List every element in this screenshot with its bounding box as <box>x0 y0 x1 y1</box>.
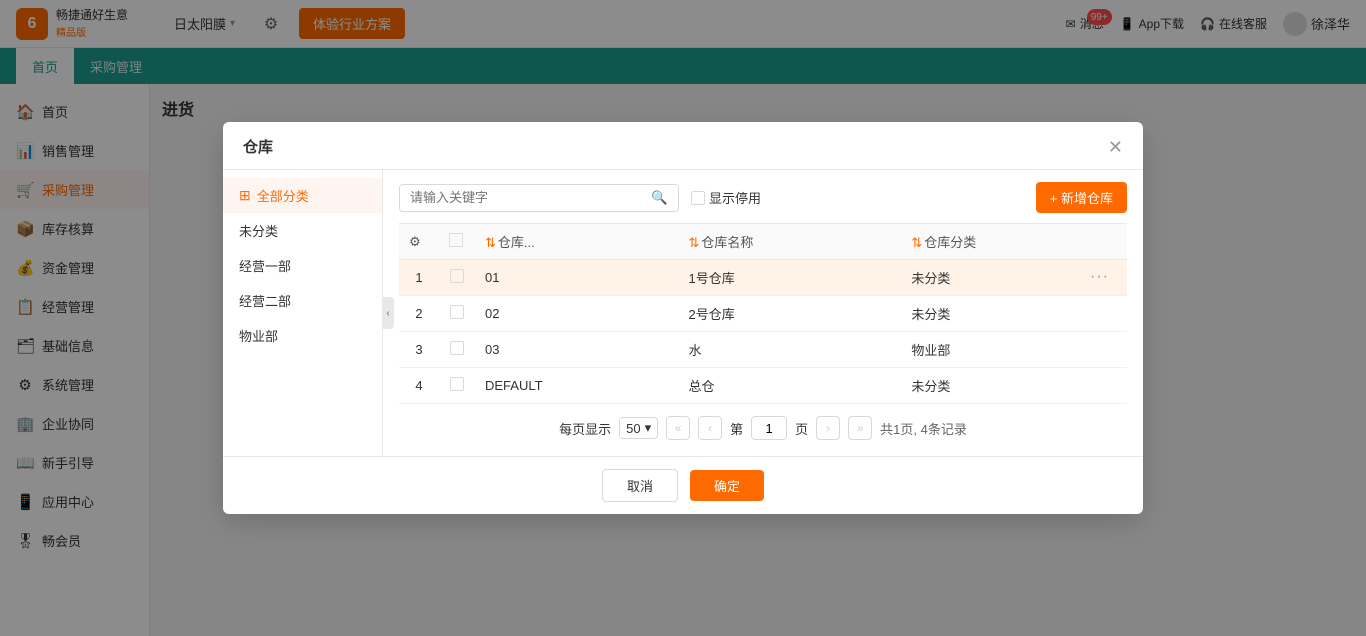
modal-body: ⊞ 全部分类 未分类 经营一部 经营二部 物业部 ‹ <box>223 170 1143 456</box>
row-category: 未分类 <box>901 296 1127 332</box>
page-total: 共1页, 4条记录 <box>880 419 967 438</box>
row-name: 总仓 <box>679 368 902 404</box>
show-disabled-checkbox[interactable] <box>691 191 705 205</box>
row-num: 1 <box>399 260 439 296</box>
table-row[interactable]: 1 01 1号仓库 未分类 ··· <box>399 260 1127 296</box>
row-category: 物业部 <box>901 332 1127 368</box>
category-collapse-button[interactable]: ‹ <box>382 297 394 329</box>
category-dept1[interactable]: 经营一部 <box>223 248 382 283</box>
prev-page-button[interactable]: ‹ <box>698 416 722 440</box>
row-category: 未分类 ··· <box>901 260 1127 296</box>
row-checkbox[interactable] <box>439 296 475 332</box>
category-dept3[interactable]: 物业部 <box>223 318 382 353</box>
show-disabled-text: 显示停用 <box>709 188 761 207</box>
col-checkbox <box>439 224 475 260</box>
page-size-value: 50 <box>626 421 640 436</box>
page-prefix-label: 第 <box>730 419 743 438</box>
page-size-select[interactable]: 50 ▾ <box>619 417 658 439</box>
category-uncat-label: 未分类 <box>239 221 278 240</box>
row-num: 4 <box>399 368 439 404</box>
page-number-input[interactable] <box>751 416 787 440</box>
modal-title: 仓库 <box>243 136 273 157</box>
add-warehouse-button[interactable]: + 新增仓库 <box>1036 182 1127 213</box>
search-input[interactable] <box>400 185 641 210</box>
warehouse-table: ⚙ ⇅仓库... ⇅仓库名称 ⇅仓库分类 1 <box>399 223 1127 404</box>
col-category: ⇅仓库分类 <box>901 224 1127 260</box>
grid-icon: ⊞ <box>239 187 251 204</box>
page-unit-label: 页 <box>795 419 808 438</box>
row-num: 3 <box>399 332 439 368</box>
row-num: 2 <box>399 296 439 332</box>
category-dept2[interactable]: 经营二部 <box>223 283 382 318</box>
row-name: 1号仓库 <box>679 260 902 296</box>
row-checkbox[interactable] <box>439 332 475 368</box>
row-checkbox[interactable] <box>439 368 475 404</box>
pagination-bar: 每页显示 50 ▾ « ‹ 第 页 › » 共1页, 4条记录 <box>399 404 1127 444</box>
category-dept2-label: 经营二部 <box>239 291 291 310</box>
category-all-label: 全部分类 <box>257 186 309 205</box>
category-dept1-label: 经营一部 <box>239 256 291 275</box>
col-code: ⇅仓库... <box>475 224 679 260</box>
page-size-label: 每页显示 <box>559 419 611 438</box>
row-code: 01 <box>475 260 679 296</box>
row-name: 2号仓库 <box>679 296 902 332</box>
search-button[interactable]: 🔍 <box>641 185 678 211</box>
col-gear[interactable]: ⚙ <box>399 224 439 260</box>
category-uncat[interactable]: 未分类 <box>223 213 382 248</box>
row-checkbox[interactable] <box>439 260 475 296</box>
show-disabled-label[interactable]: 显示停用 <box>691 188 761 207</box>
select-all-checkbox[interactable] <box>449 233 463 247</box>
table-row[interactable]: 4 DEFAULT 总仓 未分类 <box>399 368 1127 404</box>
table-container: ⚙ ⇅仓库... ⇅仓库名称 ⇅仓库分类 1 <box>399 223 1127 404</box>
table-row[interactable]: 2 02 2号仓库 未分类 <box>399 296 1127 332</box>
row-code: DEFAULT <box>475 368 679 404</box>
first-page-button[interactable]: « <box>666 416 690 440</box>
col-name: ⇅仓库名称 <box>679 224 902 260</box>
modal-header: 仓库 ✕ <box>223 122 1143 170</box>
cancel-button[interactable]: 取消 <box>602 469 678 502</box>
confirm-button[interactable]: 确定 <box>690 470 764 501</box>
row-name: 水 <box>679 332 902 368</box>
modal-footer: 取消 确定 <box>223 456 1143 514</box>
table-toolbar: 🔍 显示停用 + 新增仓库 <box>399 182 1127 213</box>
category-sidebar: ⊞ 全部分类 未分类 经营一部 经营二部 物业部 ‹ <box>223 170 383 456</box>
row-actions-button[interactable]: ··· <box>1090 268 1109 286</box>
category-all[interactable]: ⊞ 全部分类 <box>223 178 382 213</box>
category-dept3-label: 物业部 <box>239 326 278 345</box>
modal-close-button[interactable]: ✕ <box>1108 138 1123 156</box>
search-box: 🔍 <box>399 184 679 212</box>
last-page-button[interactable]: » <box>848 416 872 440</box>
modal-overlay: 仓库 ✕ ⊞ 全部分类 未分类 经营一部 经营二部 <box>0 0 1366 636</box>
warehouse-modal: 仓库 ✕ ⊞ 全部分类 未分类 经营一部 经营二部 <box>223 122 1143 514</box>
table-row[interactable]: 3 03 水 物业部 <box>399 332 1127 368</box>
row-code: 02 <box>475 296 679 332</box>
next-page-button[interactable]: › <box>816 416 840 440</box>
table-area: 🔍 显示停用 + 新增仓库 ⚙ <box>383 170 1143 456</box>
row-code: 03 <box>475 332 679 368</box>
row-category: 未分类 <box>901 368 1127 404</box>
page-size-chevron: ▾ <box>645 420 652 436</box>
